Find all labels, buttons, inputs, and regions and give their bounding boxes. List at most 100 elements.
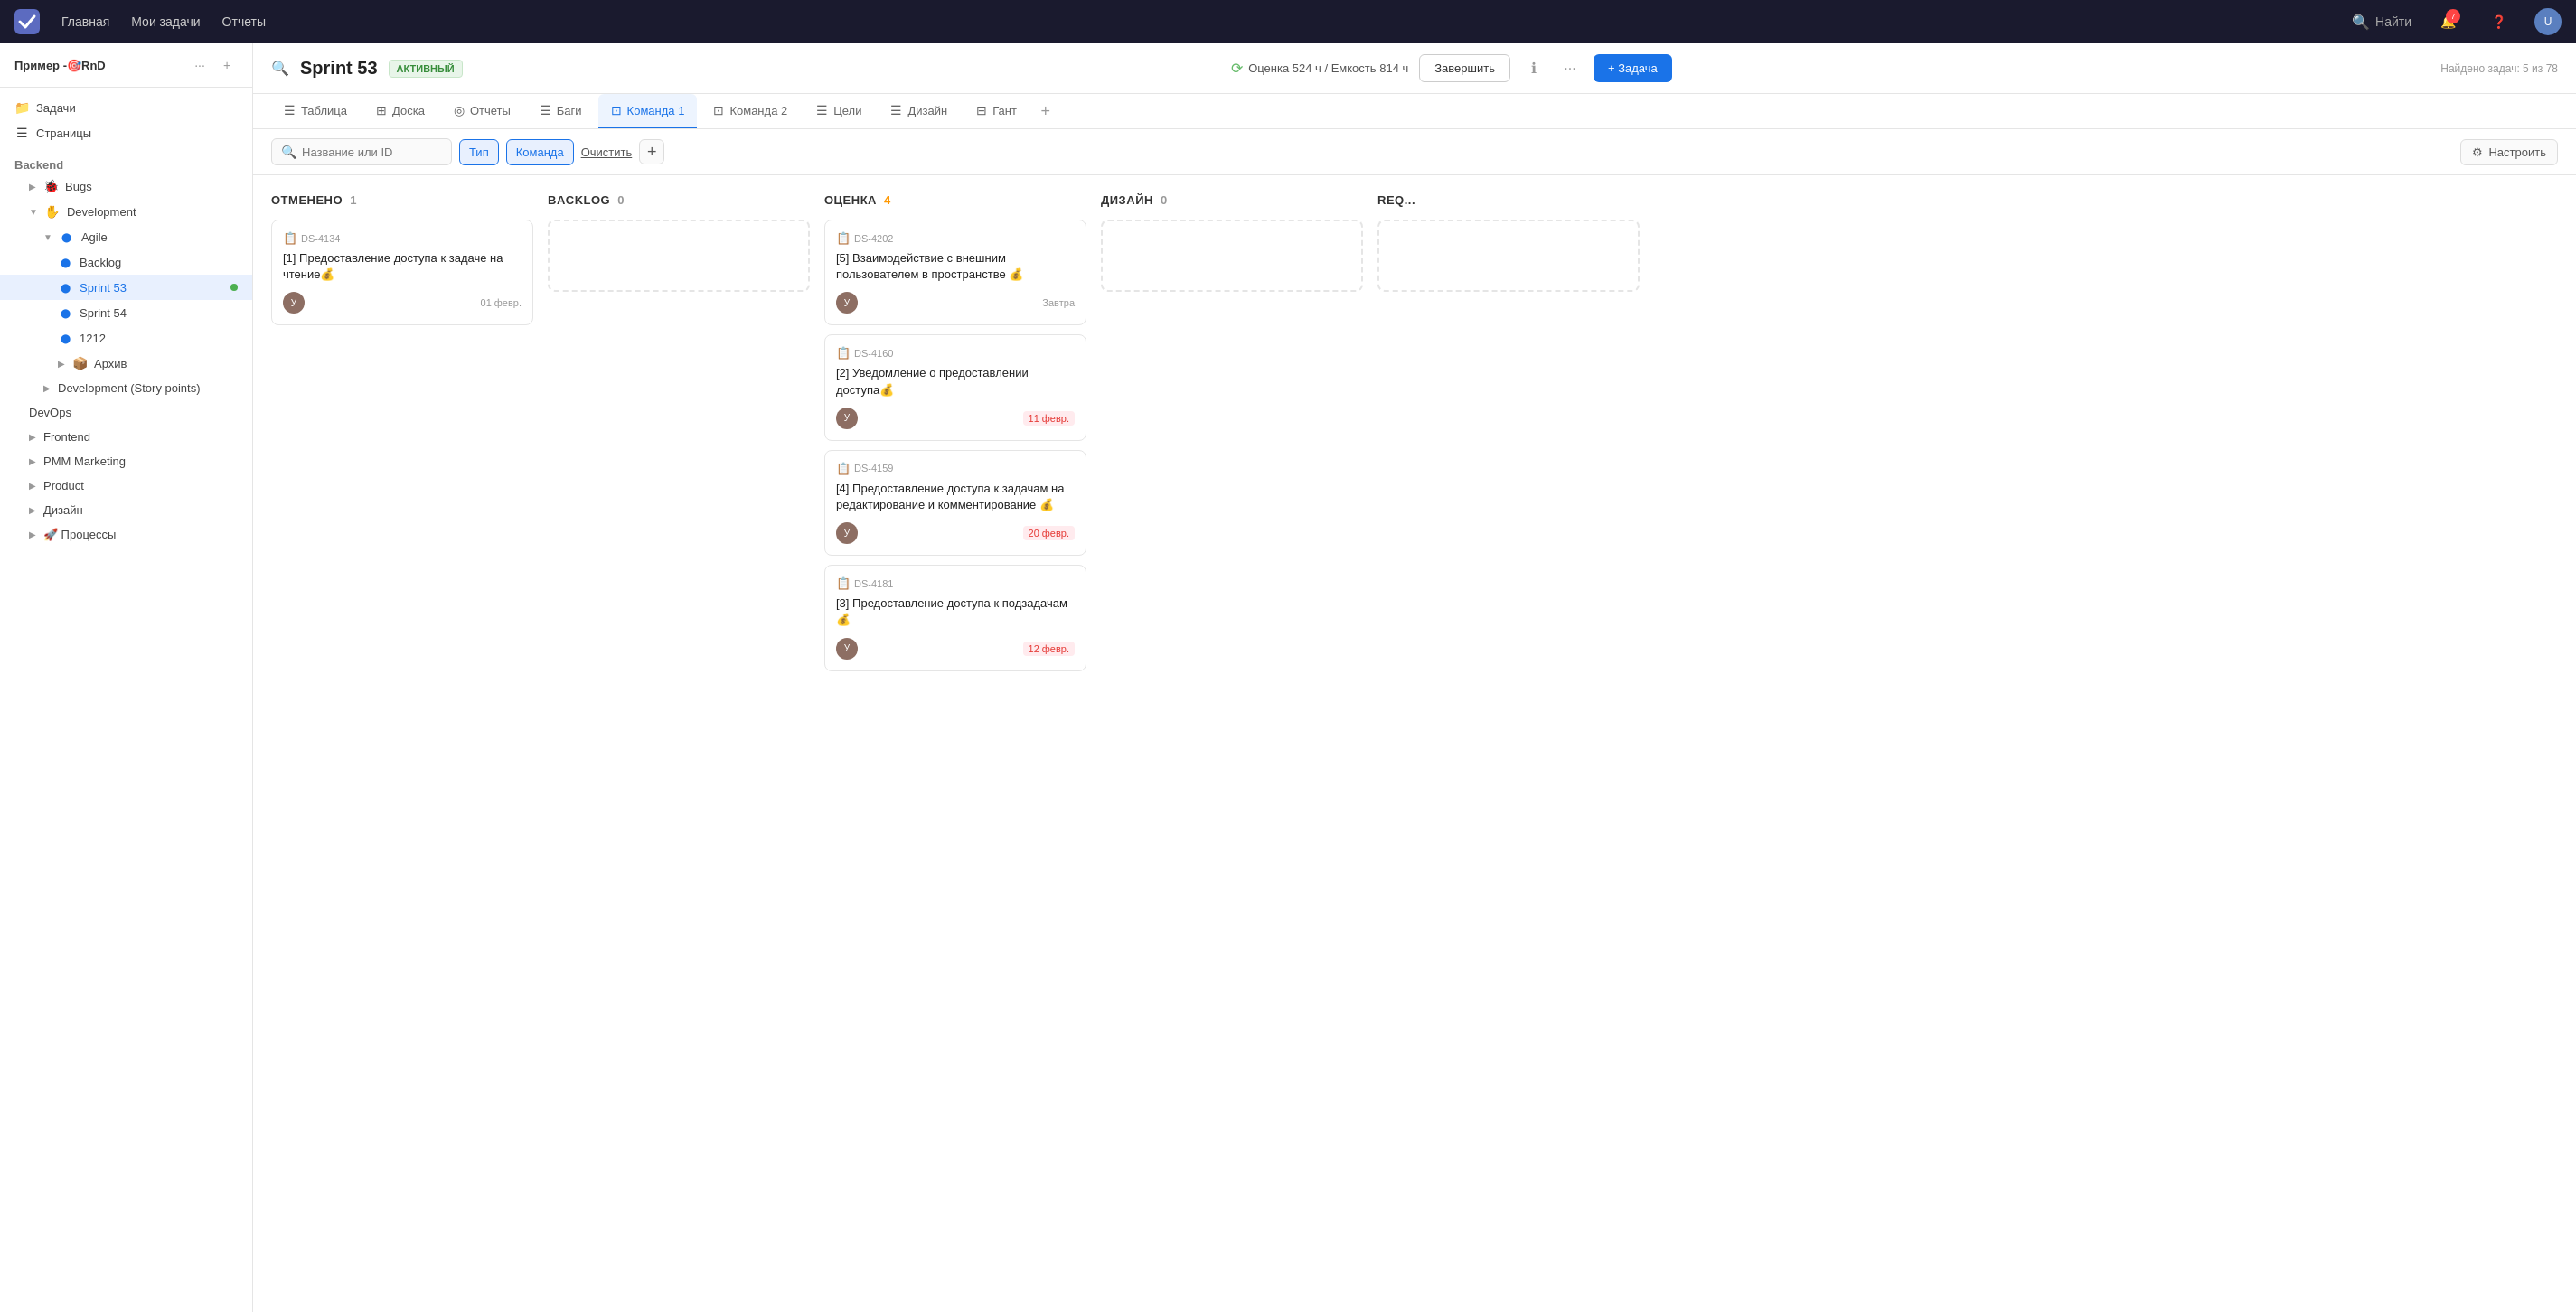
sprint-complete-button[interactable]: Завершить [1419, 54, 1510, 82]
card-ds4134-date: 01 февр. [481, 297, 522, 308]
more-options-button[interactable]: ··· [189, 54, 211, 76]
help-button[interactable]: ❓ [2484, 7, 2513, 36]
card-ds4160-title: [2] Уведомление о предоставлении доступа… [836, 365, 1075, 398]
nav-home[interactable]: Главная [61, 14, 109, 29]
sprint-info-button[interactable]: ℹ [1521, 56, 1547, 81]
chevron-right-icon-pmm: ▶ [29, 456, 36, 466]
sidebar-item-pmm[interactable]: ▶ PMM Marketing [0, 449, 252, 473]
add-item-button[interactable]: + [216, 54, 238, 76]
tab-goals[interactable]: ☰ Цели [804, 94, 874, 128]
add-task-button[interactable]: + Задача [1594, 54, 1672, 82]
sidebar-item-sprint54[interactable]: ⬤ Sprint 54 [0, 300, 252, 325]
column-estimation-count: 4 [884, 193, 890, 207]
sidebar-processes-label: 🚀 Процессы [43, 528, 238, 541]
search-input[interactable] [302, 145, 428, 159]
add-tab-button[interactable]: + [1033, 98, 1058, 124]
sidebar-item-pages[interactable]: ☰ Страницы [0, 120, 252, 145]
active-indicator [230, 284, 238, 291]
card-ds4181[interactable]: 📋 DS-4181 [3] Предоставление доступа к п… [824, 565, 1086, 670]
column-cancelled-header: ОТМЕНЕНО 1 [271, 190, 533, 211]
global-search[interactable]: 🔍 Найти [2352, 14, 2411, 31]
card-ds4134[interactable]: 📋 DS-4134 [1] Предоставление доступа к з… [271, 220, 533, 325]
sidebar-design-label: Дизайн [43, 503, 238, 517]
tab-table[interactable]: ☰ Таблица [271, 94, 360, 128]
column-cancelled-title: ОТМЕНЕНО [271, 193, 343, 207]
tab-board[interactable]: ⊞ Доска [363, 94, 437, 128]
agile-icon: ⬤ [60, 230, 74, 244]
card-ds4159-date: 20 февр. [1023, 526, 1075, 540]
column-backlog-header: BACKLOG 0 [548, 190, 810, 211]
sidebar-item-backlog[interactable]: ⬤ Backlog [0, 249, 252, 275]
sidebar-item-tasks[interactable]: 📁 Задачи [0, 95, 252, 120]
sidebar-item-1212[interactable]: ⬤ 1212 [0, 325, 252, 351]
tab-reports[interactable]: ◎ Отчеты [441, 94, 523, 128]
card-ds4159[interactable]: 📋 DS-4159 [4] Предоставление доступа к з… [824, 450, 1086, 556]
tab-bugs[interactable]: ☰ Баги [527, 94, 595, 128]
tab-board-label: Доска [392, 104, 425, 117]
filter-settings-button[interactable]: ⚙ Настроить [2460, 139, 2558, 165]
app-logo[interactable] [14, 9, 40, 34]
sidebar-item-development[interactable]: ▼ ✋ Development [0, 199, 252, 224]
sidebar-item-devops[interactable]: DevOps [0, 400, 252, 425]
sidebar-tasks-label: Задачи [36, 101, 238, 115]
sidebar-backlog-label: Backlog [80, 256, 238, 269]
search-label: Найти [2375, 14, 2411, 29]
chevron-down-icon: ▼ [29, 207, 38, 217]
column-estimation: ОЦЕНКА 4 📋 DS-4202 [5] Взаимодействие с … [824, 190, 1086, 671]
nav-my-tasks[interactable]: Мои задачи [131, 14, 200, 29]
card-ds4160[interactable]: 📋 DS-4160 [2] Уведомление о предоставлен… [824, 334, 1086, 440]
tab-team2[interactable]: ⊡ Команда 2 [700, 94, 800, 128]
sidebar-item-dev-story[interactable]: ▶ Development (Story points) [0, 376, 252, 400]
sidebar-item-agile[interactable]: ▼ ⬤ Agile [0, 224, 252, 249]
column-cancelled-count: 1 [350, 193, 356, 207]
table-icon: ☰ [284, 103, 296, 117]
user-avatar[interactable]: U [2534, 8, 2562, 35]
card-ds4134-id: DS-4134 [301, 233, 340, 244]
tab-team1-label: Команда 1 [627, 104, 685, 117]
sidebar-item-product[interactable]: ▶ Product [0, 473, 252, 498]
sprint-more-button[interactable]: ··· [1557, 56, 1583, 81]
chevron-right-icon-frontend: ▶ [29, 432, 36, 442]
filter-settings-label: Настроить [2488, 145, 2546, 159]
card-ds4202-date: Завтра [1042, 297, 1075, 308]
chevron-right-icon: ▶ [29, 182, 36, 192]
sidebar-item-frontend[interactable]: ▶ Frontend [0, 425, 252, 449]
filter-search-box[interactable]: 🔍 [271, 138, 452, 165]
tab-bugs-label: Баги [557, 104, 582, 117]
card-ds4159-title: [4] Предоставление доступа к задачам на … [836, 481, 1075, 513]
tab-design[interactable]: ☰ Дизайн [878, 94, 960, 128]
column-design-header: ДИЗАЙН 0 [1101, 190, 1363, 211]
sidebar-item-processes[interactable]: ▶ 🚀 Процессы [0, 522, 252, 547]
tab-team1[interactable]: ⊡ Команда 1 [598, 94, 698, 128]
project-header[interactable]: Пример -🎯RnD ··· + [0, 43, 252, 88]
sidebar-item-bugs[interactable]: ▶ 🐞 Bugs [0, 173, 252, 199]
chevron-right-icon-product: ▶ [29, 481, 36, 491]
card-ds4160-id-row: 📋 DS-4160 [836, 346, 1075, 360]
nav-reports[interactable]: Отчеты [222, 14, 266, 29]
sidebar-product-label: Product [43, 479, 238, 492]
filter-search-icon: 🔍 [281, 145, 296, 159]
card-ds4134-footer: У 01 февр. [283, 292, 522, 314]
tab-gantt[interactable]: ⊟ Гант [964, 94, 1029, 128]
sidebar-dev-story-label: Development (Story points) [58, 381, 238, 395]
estimate-icon: ⟳ [1231, 60, 1243, 77]
tab-table-label: Таблица [301, 104, 347, 117]
card-ds4159-id-row: 📋 DS-4159 [836, 462, 1075, 475]
notifications-button[interactable]: 🔔 7 [2433, 7, 2462, 36]
filter-team-button[interactable]: Команда [506, 139, 574, 165]
sidebar-item-archive[interactable]: ▶ 📦 Архив [0, 351, 252, 376]
found-tasks-label: Найдено задач: 5 из 78 [2440, 62, 2558, 75]
chevron-right-icon-processes: ▶ [29, 529, 36, 539]
filter-type-button[interactable]: Тип [459, 139, 499, 165]
card-ds4202[interactable]: 📋 DS-4202 [5] Взаимодействие с внешним п… [824, 220, 1086, 325]
team2-icon: ⊡ [713, 103, 724, 117]
design-tab-icon: ☰ [890, 103, 902, 117]
column-estimation-title: ОЦЕНКА [824, 193, 877, 207]
filter-add-button[interactable]: + [639, 139, 664, 164]
sidebar-item-design-group[interactable]: ▶ Дизайн [0, 498, 252, 522]
sidebar-item-sprint53[interactable]: ⬤ Sprint 53 [0, 275, 252, 300]
column-design: ДИЗАЙН 0 [1101, 190, 1363, 292]
column-review-empty [1377, 220, 1640, 292]
sidebar-1212-label: 1212 [80, 332, 238, 345]
filter-clear-button[interactable]: Очистить [581, 145, 633, 159]
